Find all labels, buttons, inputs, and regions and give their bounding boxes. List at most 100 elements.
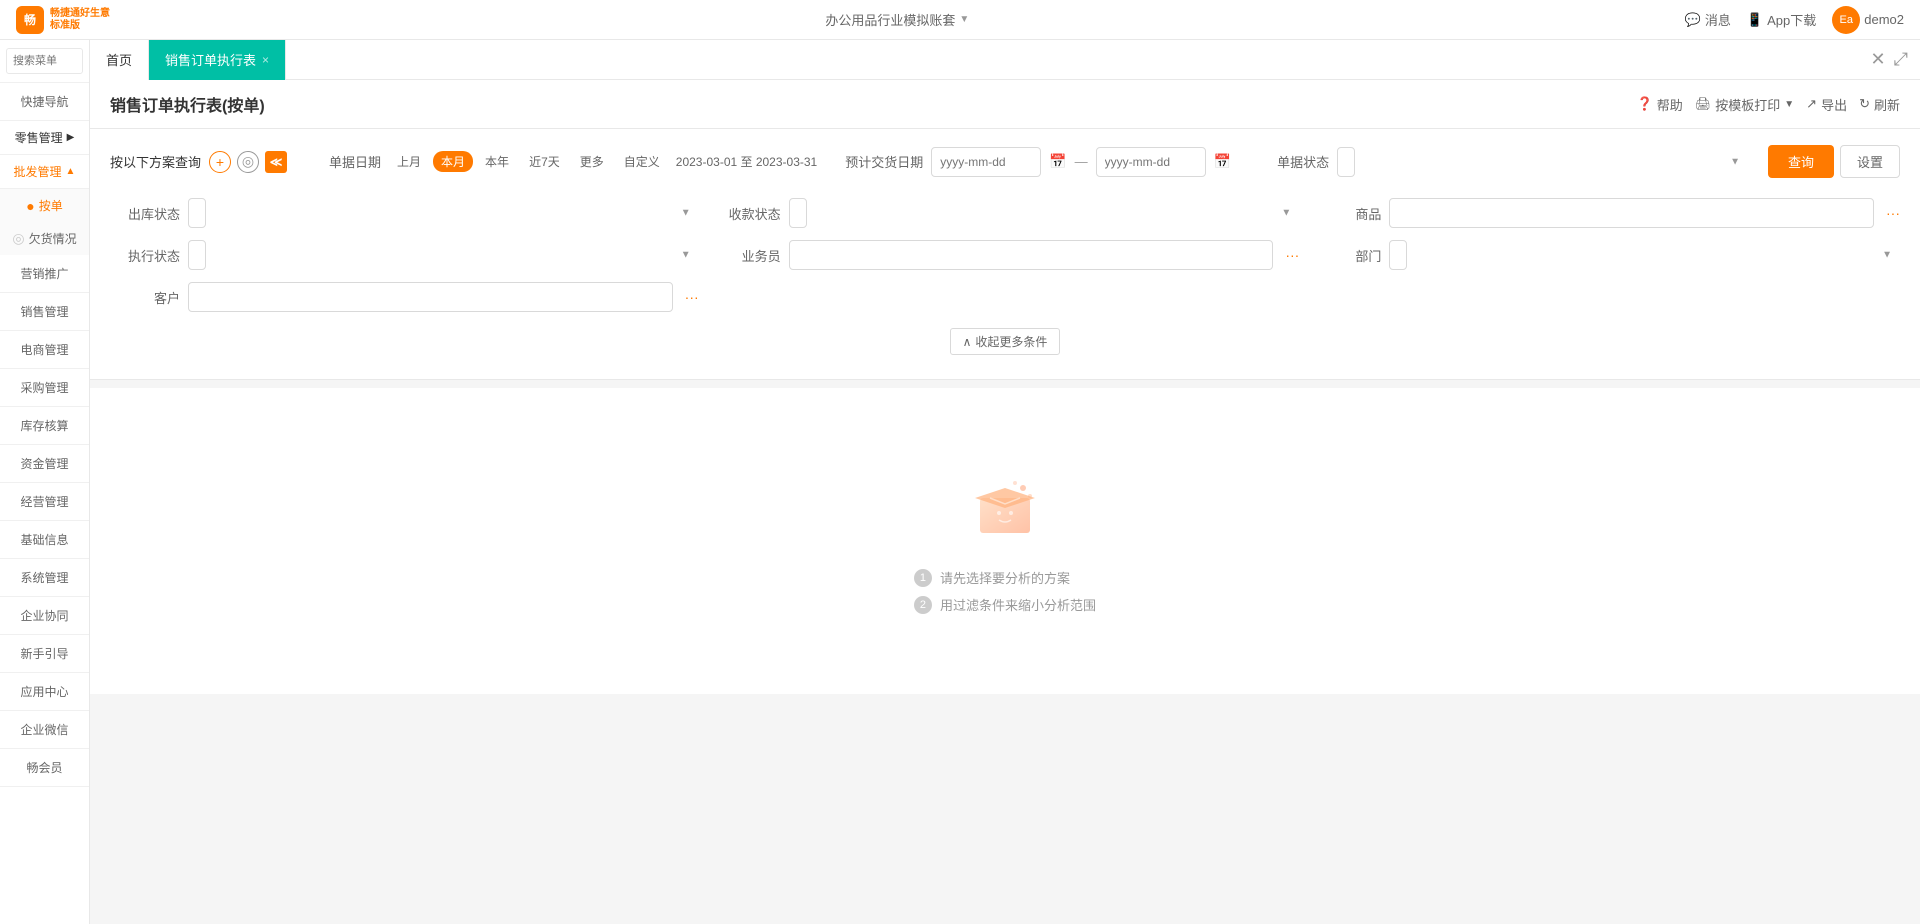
customer-more-btn[interactable]: ···	[685, 289, 699, 305]
sidebar-item-enterprise[interactable]: 企业协同	[0, 597, 89, 635]
date-tab-custom[interactable]: 自定义	[616, 151, 668, 172]
filter-panel-collapse-btn[interactable]: ≪	[265, 151, 287, 173]
app-download-btn[interactable]: 📱 App下载	[1747, 10, 1816, 29]
sidebar-item-enterprise-wechat[interactable]: 企业微信	[0, 711, 89, 749]
sales-person-input[interactable]	[789, 240, 1274, 270]
sidebar-sub-item-欠货[interactable]: ◎ 欠货情况	[0, 222, 89, 255]
collapse-more-btn[interactable]: ∧ 收起更多条件	[950, 328, 1061, 355]
customer-field: 客户 ···	[110, 282, 699, 312]
sidebar-item-inventory[interactable]: 库存核算	[0, 407, 89, 445]
sidebar-search[interactable]	[0, 40, 89, 83]
sidebar-item-retail[interactable]: 零售管理 ▶	[0, 121, 89, 155]
filter-section-title: 按以下方案查询	[110, 152, 201, 171]
page-header: 销售订单执行表(按单) ❓ 帮助 🖨 按模板打印 ▼ ↗ 导出	[90, 80, 1920, 129]
message-btn[interactable]: 💬 消息	[1685, 10, 1731, 29]
department-select[interactable]	[1389, 240, 1407, 270]
sales-person-label: 业务员	[711, 246, 781, 265]
date-tab-this-year[interactable]: 本年	[477, 151, 517, 172]
receipt-status-select[interactable]	[789, 198, 807, 228]
window-close-btn[interactable]: ✕	[1871, 49, 1886, 70]
user-area[interactable]: Ea demo2	[1832, 6, 1904, 34]
sidebar-item-system[interactable]: 系统管理	[0, 559, 89, 597]
calendar-start-icon[interactable]: 📅	[1049, 153, 1066, 170]
logo-icon: 畅	[16, 6, 44, 34]
date-separator: —	[1075, 154, 1088, 169]
print-btn[interactable]: 🖨 按模板打印 ▼	[1695, 95, 1794, 114]
customer-input[interactable]	[188, 282, 673, 312]
date-filter-tabs: 上月 本月 本年 近7天 更多 自定义	[389, 151, 668, 172]
outbound-status-field: 出库状态	[110, 198, 699, 228]
order-status-select[interactable]	[1337, 147, 1355, 177]
sidebar-item-operations[interactable]: 经营管理	[0, 483, 89, 521]
receipt-status-label: 收款状态	[711, 204, 781, 223]
expected-delivery-start[interactable]	[931, 147, 1041, 177]
sidebar-search-input[interactable]	[6, 48, 83, 74]
expected-delivery-end[interactable]	[1096, 147, 1206, 177]
sales-person-more-btn[interactable]: ···	[1285, 247, 1299, 263]
sidebar-item-ecommerce[interactable]: 电商管理	[0, 331, 89, 369]
export-btn[interactable]: ↗ 导出	[1806, 95, 1847, 114]
execution-status-label: 执行状态	[110, 246, 180, 265]
execution-status-field: 执行状态	[110, 240, 699, 270]
page-title: 销售订单执行表(按单)	[110, 92, 265, 116]
sidebar-sub-wholesale: ● 按单 ◎ 欠货情况	[0, 189, 89, 255]
logo-text: 畅捷通好生意 标准版	[50, 8, 110, 32]
sidebar-item-member[interactable]: 畅会员	[0, 749, 89, 787]
query-button[interactable]: 查询	[1768, 145, 1834, 178]
content-area: 首页 销售订单执行表 × ✕ ⤢ 销售订单执行表(按单) ❓ 帮助	[90, 40, 1920, 924]
sidebar-item-app-center[interactable]: 应用中心	[0, 673, 89, 711]
sidebar-item-quick-nav[interactable]: 快捷导航	[0, 83, 89, 121]
date-field-label: 单据日期	[311, 152, 381, 171]
sales-person-field: 业务员 ···	[711, 240, 1300, 270]
empty-tips: 1 请先选择要分析的方案 2 用过滤条件来缩小分析范围	[914, 568, 1096, 614]
outbound-status-select[interactable]	[188, 198, 206, 228]
sidebar-item-marketing[interactable]: 营销推广	[0, 255, 89, 293]
orange-circle-icon: ●	[26, 198, 34, 214]
empty-tip-1: 1 请先选择要分析的方案	[914, 568, 1096, 587]
export-icon: ↗	[1806, 96, 1817, 112]
sidebar-item-wholesale[interactable]: 批发管理 ▲	[0, 155, 89, 189]
refresh-icon: ↻	[1859, 96, 1870, 112]
order-status-label: 单据状态	[1259, 152, 1329, 171]
product-input[interactable]	[1389, 198, 1874, 228]
empty-icon	[965, 468, 1045, 548]
tab-sales-order[interactable]: 销售订单执行表 ×	[149, 40, 286, 80]
sidebar-item-finance[interactable]: 资金管理	[0, 445, 89, 483]
app-title[interactable]: 办公用品行业模拟账套 ▼	[825, 10, 969, 29]
empty-state: 1 请先选择要分析的方案 2 用过滤条件来缩小分析范围	[90, 388, 1920, 694]
settings-button[interactable]: 设置	[1840, 145, 1900, 178]
sidebar-item-purchase[interactable]: 采购管理	[0, 369, 89, 407]
execution-status-select[interactable]	[188, 240, 206, 270]
date-tab-last-month[interactable]: 上月	[389, 151, 429, 172]
sidebar-item-sales[interactable]: 销售管理	[0, 293, 89, 331]
filter-add-btn[interactable]: +	[209, 151, 231, 173]
help-btn[interactable]: ❓ 帮助	[1637, 95, 1683, 114]
filter-edit-btn[interactable]: ◎	[237, 151, 259, 173]
page-header-actions: ❓ 帮助 🖨 按模板打印 ▼ ↗ 导出 ↻ 刷新	[1637, 95, 1900, 114]
date-tab-this-month[interactable]: 本月	[433, 151, 473, 172]
product-more-btn[interactable]: ···	[1886, 205, 1900, 221]
filter-section-header: 按以下方案查询 + ◎ ≪ 单据日期 上月 本月 本年 近7天	[110, 145, 1900, 186]
sidebar-item-new-guide[interactable]: 新手引导	[0, 635, 89, 673]
date-tab-more[interactable]: 更多	[572, 151, 612, 172]
top-bar-left: 畅 畅捷通好生意 标准版	[16, 6, 110, 34]
tab-actions: ✕ ⤢	[1871, 49, 1920, 70]
avatar: Ea	[1832, 6, 1860, 34]
tab-close-btn[interactable]: ×	[262, 53, 269, 67]
refresh-btn[interactable]: ↻ 刷新	[1859, 95, 1900, 114]
print-dropdown-icon: ▼	[1784, 99, 1794, 110]
empty-tip-2: 2 用过滤条件来缩小分析范围	[914, 595, 1096, 614]
tab-bar: 首页 销售订单执行表 × ✕ ⤢	[90, 40, 1920, 80]
chevron-down-icon: ▲	[66, 166, 76, 177]
calendar-end-icon[interactable]: 📅	[1214, 153, 1231, 170]
tab-home[interactable]: 首页	[90, 40, 149, 80]
window-expand-btn[interactable]: ⤢	[1894, 49, 1908, 70]
sidebar-sub-item-按单[interactable]: ● 按单	[0, 189, 89, 222]
page-content: 销售订单执行表(按单) ❓ 帮助 🖨 按模板打印 ▼ ↗ 导出	[90, 80, 1920, 924]
date-tab-7-days[interactable]: 近7天	[521, 151, 568, 172]
empty-col-2	[711, 282, 1300, 312]
department-label: 部门	[1311, 246, 1381, 265]
tip-1-num: 1	[914, 569, 932, 587]
sidebar-item-basic-info[interactable]: 基础信息	[0, 521, 89, 559]
top-bar: 畅 畅捷通好生意 标准版 办公用品行业模拟账套 ▼ 💬 消息 📱 App下载 E…	[0, 0, 1920, 40]
